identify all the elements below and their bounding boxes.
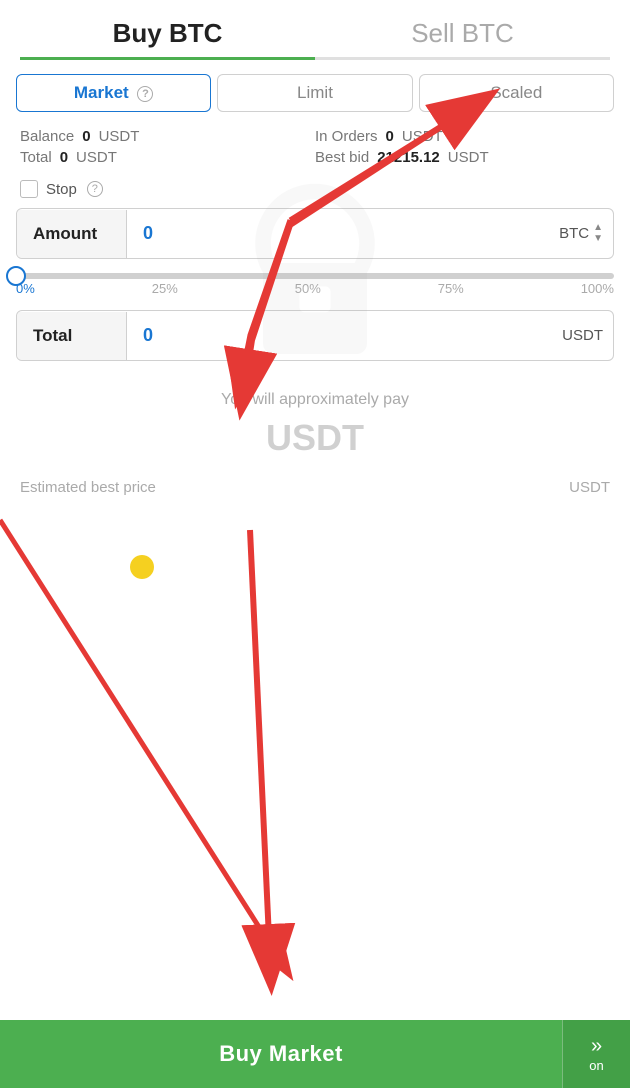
stop-checkbox[interactable] [20,180,38,198]
balance-currency: USDT [99,128,140,145]
amount-currency: BTC ▲ ▼ [549,209,613,258]
tab-scaled[interactable]: Scaled [419,74,614,112]
total-balance-label: Total [20,149,52,166]
pay-section: You will approximately pay USDT [0,361,630,469]
yellow-dot-decoration [130,555,154,579]
market-help-icon[interactable]: ? [137,86,153,102]
tab-buy[interactable]: Buy BTC [20,18,315,60]
amount-label: Amount [17,210,127,258]
estimated-currency: USDT [569,479,610,496]
estimated-label: Estimated best price [20,479,156,496]
estimated-row: Estimated best price USDT [0,469,630,506]
stop-label: Stop [46,181,77,198]
balance-value: 0 [82,128,90,145]
best-bid-currency: USDT [448,149,489,166]
total-currency: USDT [552,313,613,358]
watermark-decoration [185,133,445,393]
chevrons-icon: » [591,1036,602,1056]
tab-limit[interactable]: Limit [217,74,412,112]
buy-sell-tabs: Buy BTC Sell BTC [0,0,630,60]
currency-stepper[interactable]: ▲ ▼ [593,223,603,244]
tab-sell[interactable]: Sell BTC [315,18,610,60]
buy-button-row: Buy Market » on [0,1020,630,1088]
balance-label: Balance [20,128,74,145]
order-type-tabs: Market ? Limit Scaled [0,60,630,112]
total-balance-currency: USDT [76,149,117,166]
total-label: Total [17,312,127,360]
tab-market[interactable]: Market ? [16,74,211,112]
pay-amount: USDT [20,417,610,459]
on-label: on [589,1058,603,1073]
buy-market-button[interactable]: Buy Market [0,1020,562,1088]
stop-help-icon[interactable]: ? [87,181,103,197]
buy-arrow-toggle[interactable]: » on [562,1020,630,1088]
pay-label: You will approximately pay [20,391,610,409]
total-balance-value: 0 [60,149,68,166]
